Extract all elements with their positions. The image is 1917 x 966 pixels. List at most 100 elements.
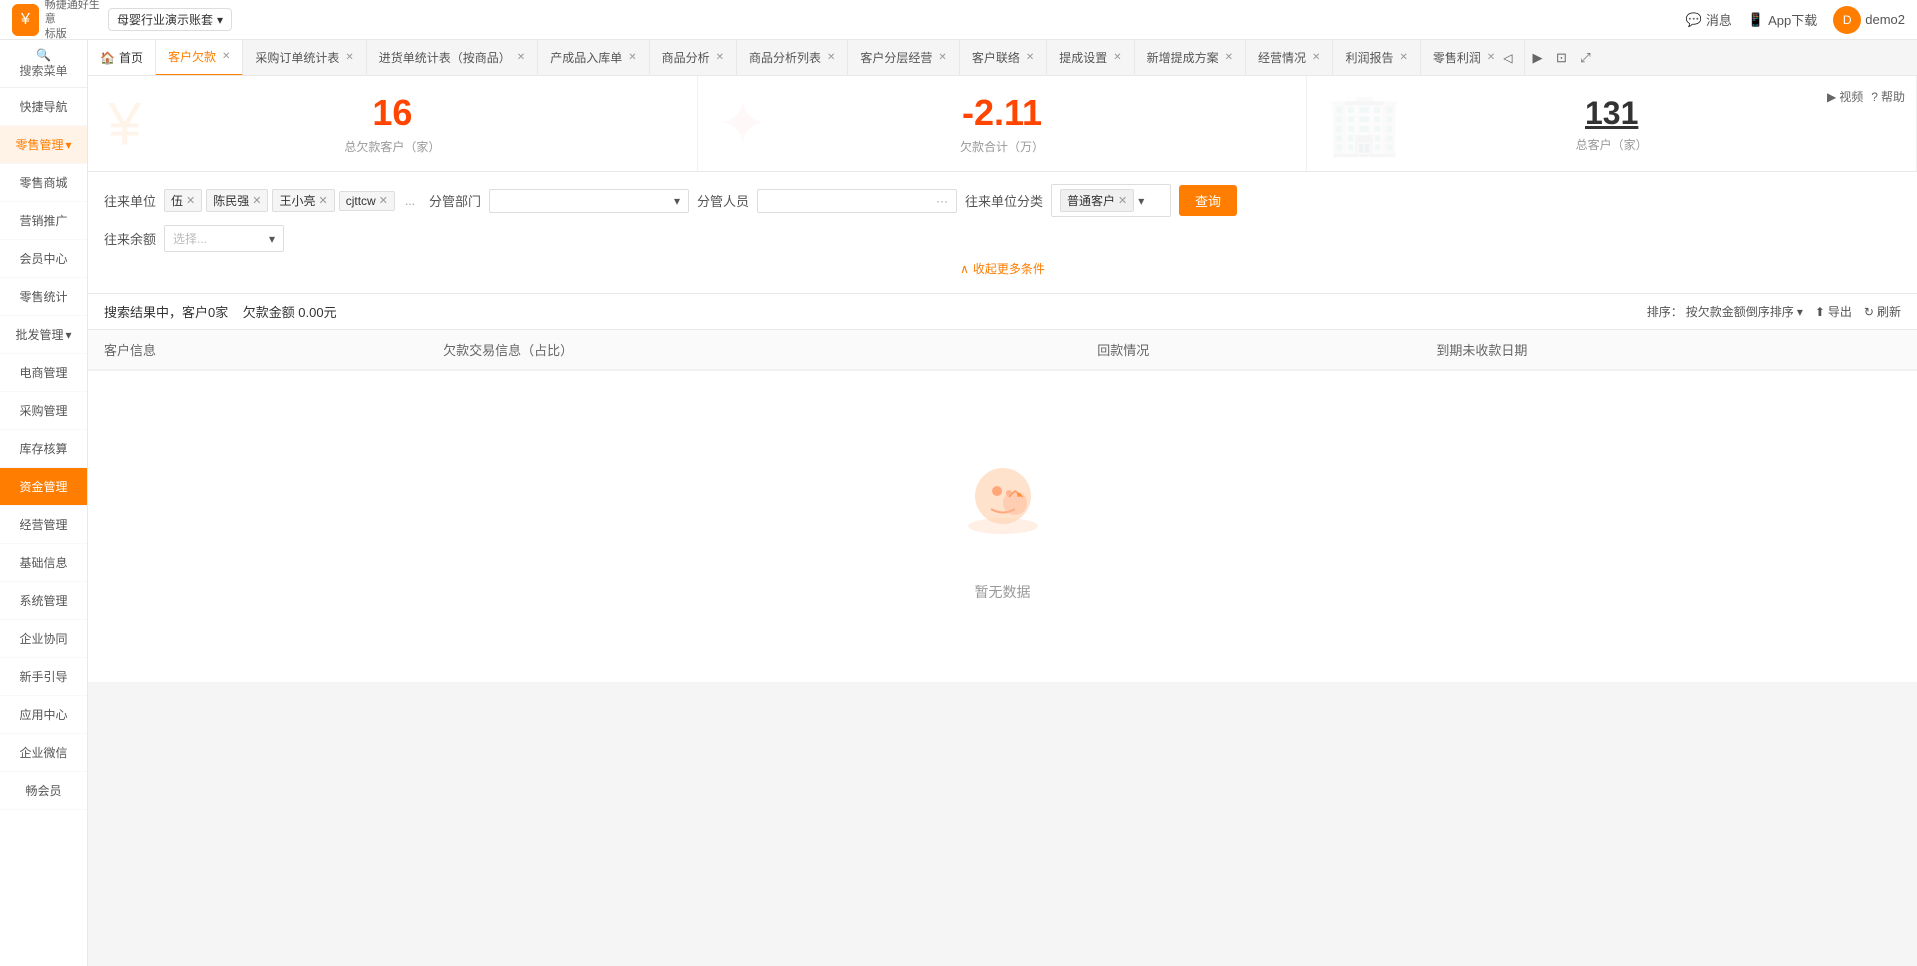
refresh-button[interactable]: ↻ 刷新 bbox=[1864, 303, 1901, 320]
home-icon: 🏠 bbox=[100, 51, 115, 65]
filter-tag-cjttcw: cjttcw ✕ bbox=[339, 191, 395, 211]
sidebar-item-quick-nav[interactable]: 快捷导航 bbox=[0, 88, 87, 126]
col-credit-transactions: 欠款交易信息（占比） bbox=[427, 330, 1081, 370]
tab-nav-fullscreen[interactable]: ⤢ bbox=[1573, 40, 1597, 76]
help-button[interactable]: ? 帮助 bbox=[1871, 88, 1905, 105]
tab-close-icon[interactable]: ✕ bbox=[1399, 52, 1407, 63]
tab-profit-report[interactable]: 利润报告 ✕ bbox=[1333, 40, 1420, 76]
stat-credit-amount-value: -2.11 bbox=[962, 92, 1042, 134]
sidebar-item-member[interactable]: 会员中心 bbox=[0, 240, 87, 278]
tab-bar: 🏠 首页 客户欠款 ✕ 采购订单统计表 ✕ 进货单统计表（按商品） ✕ 产成品入… bbox=[88, 40, 1917, 76]
tab-close-icon[interactable]: ✕ bbox=[222, 51, 230, 62]
top-bar-right: 💬 消息 📱 App下载 D demo2 bbox=[1686, 6, 1905, 34]
tab-close-icon[interactable]: ✕ bbox=[716, 52, 724, 63]
sidebar-item-guide[interactable]: 新手引导 bbox=[0, 658, 87, 696]
tab-customer-layer[interactable]: 客户分层经营 ✕ bbox=[848, 40, 959, 76]
tab-close-icon[interactable]: ✕ bbox=[1026, 52, 1034, 63]
table-wrapper: 客户信息 欠款交易信息（占比） 回款情况 到期未收款日期 bbox=[88, 330, 1917, 682]
filter-person-dots[interactable]: ··· bbox=[936, 194, 948, 208]
stat-actions: ▶ 视频 ? 帮助 bbox=[1827, 88, 1905, 105]
help-icon: ? bbox=[1871, 90, 1878, 104]
export-button[interactable]: ⬆ 导出 bbox=[1815, 303, 1852, 320]
export-icon: ⬆ bbox=[1815, 305, 1825, 319]
sidebar-item-app-center[interactable]: 应用中心 bbox=[0, 696, 87, 734]
sidebar-item-ecommerce[interactable]: 电商管理 bbox=[0, 354, 87, 392]
messages-button[interactable]: 💬 消息 bbox=[1686, 10, 1732, 29]
tab-close-icon[interactable]: ✕ bbox=[517, 52, 525, 63]
tab-operations[interactable]: 经营情况 ✕ bbox=[1246, 40, 1333, 76]
sidebar-item-wechat[interactable]: 企业微信 bbox=[0, 734, 87, 772]
tab-customer-contact[interactable]: 客户联络 ✕ bbox=[960, 40, 1047, 76]
tab-commission-settings[interactable]: 提成设置 ✕ bbox=[1047, 40, 1134, 76]
filter-tag-wu-remove[interactable]: ✕ bbox=[186, 194, 195, 207]
tab-product-list[interactable]: 商品分析列表 ✕ bbox=[737, 40, 848, 76]
refresh-icon: ↻ bbox=[1864, 305, 1874, 319]
result-bar: 搜索结果中，客户0家 欠款金额 0.00元 排序： 按欠款金额倒序排序 ▾ ⬆ … bbox=[88, 294, 1917, 330]
stat-credit-amount-label: 欠款合计（万） bbox=[960, 138, 1044, 155]
filter-dept-label: 分管部门 bbox=[429, 191, 481, 210]
filter-category-label: 往来单位分类 bbox=[965, 191, 1043, 210]
tab-purchase-order[interactable]: 采购订单统计表 ✕ bbox=[243, 40, 366, 76]
tab-close-icon[interactable]: ✕ bbox=[628, 52, 636, 63]
user-profile[interactable]: D demo2 bbox=[1833, 6, 1905, 34]
sidebar-item-base-info[interactable]: 基础信息 bbox=[0, 544, 87, 582]
tab-credit[interactable]: 客户欠款 ✕ bbox=[156, 40, 243, 76]
query-button[interactable]: 查询 bbox=[1179, 185, 1237, 216]
chevron-down-icon: ▾ bbox=[65, 138, 71, 152]
tab-goods-stat[interactable]: 进货单统计表（按商品） ✕ bbox=[367, 40, 538, 76]
sidebar-item-member2[interactable]: 畅会员 bbox=[0, 772, 87, 810]
sidebar-item-operations[interactable]: 经营管理 bbox=[0, 506, 87, 544]
tab-close-icon[interactable]: ✕ bbox=[1113, 52, 1121, 63]
sidebar-item-inventory[interactable]: 库存核算 bbox=[0, 430, 87, 468]
video-button[interactable]: ▶ 视频 bbox=[1827, 88, 1863, 105]
chevron-right-icon: ◁ bbox=[1503, 51, 1512, 65]
sidebar: 🔍 搜索菜单 快捷导航 零售管理 ▾ 零售商城 营销推广 会员中心 零售统计 批… bbox=[0, 40, 88, 966]
logo-icon: ¥ bbox=[12, 4, 39, 36]
avatar: D bbox=[1833, 6, 1861, 34]
tab-add-commission[interactable]: 新增提成方案 ✕ bbox=[1135, 40, 1246, 76]
filter-category-select[interactable]: 普通客户 ✕ ▾ bbox=[1051, 184, 1171, 217]
tab-nav-forward[interactable]: ▶ bbox=[1525, 40, 1549, 76]
filter-category-remove[interactable]: ✕ bbox=[1118, 194, 1127, 207]
account-selector[interactable]: 母婴行业演示账套 ▾ bbox=[108, 8, 232, 31]
filter-person-select[interactable]: ··· bbox=[757, 189, 957, 213]
sort-select[interactable]: 排序： 按欠款金额倒序排序 ▾ bbox=[1647, 303, 1803, 320]
filter-tag-more[interactable]: ... bbox=[399, 192, 421, 210]
sidebar-item-finance[interactable]: 资金管理 bbox=[0, 468, 87, 506]
tab-retail-profit[interactable]: 零售利润 ✕ ◁ bbox=[1421, 40, 1526, 76]
sidebar-item-retail-stats[interactable]: 零售统计 bbox=[0, 278, 87, 316]
tab-close-icon[interactable]: ✕ bbox=[1225, 52, 1233, 63]
tab-close-icon[interactable]: ✕ bbox=[345, 52, 353, 63]
result-info: 搜索结果中，客户0家 欠款金额 0.00元 bbox=[104, 302, 337, 321]
data-table: 客户信息 欠款交易信息（占比） 回款情况 到期未收款日期 bbox=[88, 330, 1917, 371]
video-icon: ▶ bbox=[1827, 90, 1836, 104]
filter-balance-select[interactable]: 选择... ▾ bbox=[164, 225, 284, 252]
app-download-button[interactable]: 📱 App下载 bbox=[1748, 10, 1817, 29]
tab-product-analysis[interactable]: 商品分析 ✕ bbox=[650, 40, 737, 76]
collapse-button[interactable]: ∧ 收起更多条件 bbox=[960, 260, 1045, 277]
filter-tag-wang-remove[interactable]: ✕ bbox=[319, 194, 328, 207]
tab-nav-expand[interactable]: ⊡ bbox=[1549, 40, 1573, 76]
main-layout: 🔍 搜索菜单 快捷导航 零售管理 ▾ 零售商城 营销推广 会员中心 零售统计 批… bbox=[0, 40, 1917, 966]
tab-production[interactable]: 产成品入库单 ✕ bbox=[538, 40, 649, 76]
filter-dept-select[interactable]: ▾ bbox=[489, 189, 689, 213]
filter-tag-chen: 陈民强 ✕ bbox=[206, 189, 268, 212]
sidebar-item-system[interactable]: 系统管理 bbox=[0, 582, 87, 620]
tab-close-icon[interactable]: ✕ bbox=[938, 52, 946, 63]
chevron-down-icon: ▾ bbox=[1797, 305, 1803, 319]
sidebar-item-retail-mall[interactable]: 零售商城 bbox=[0, 164, 87, 202]
tab-close-icon[interactable]: ✕ bbox=[827, 52, 835, 63]
filter-tag-cjttcw-remove[interactable]: ✕ bbox=[379, 194, 388, 207]
tab-close-icon[interactable]: ✕ bbox=[1312, 52, 1320, 63]
sidebar-item-marketing[interactable]: 营销推广 bbox=[0, 202, 87, 240]
tab-home[interactable]: 🏠 首页 bbox=[88, 40, 156, 76]
tab-close-icon[interactable]: ✕ bbox=[1487, 52, 1495, 63]
filter-tag-chen-remove[interactable]: ✕ bbox=[252, 194, 261, 207]
filter-person-label: 分管人员 bbox=[697, 191, 749, 210]
sidebar-item-purchase[interactable]: 采购管理 bbox=[0, 392, 87, 430]
sidebar-item-wholesale[interactable]: 批发管理 ▾ bbox=[0, 316, 87, 354]
sidebar-item-retail[interactable]: 零售管理 ▾ bbox=[0, 126, 87, 164]
sidebar-search[interactable]: 🔍 搜索菜单 bbox=[0, 40, 87, 88]
sidebar-item-enterprise-collab[interactable]: 企业协同 bbox=[0, 620, 87, 658]
chevron-down-icon: ▾ bbox=[674, 194, 680, 208]
